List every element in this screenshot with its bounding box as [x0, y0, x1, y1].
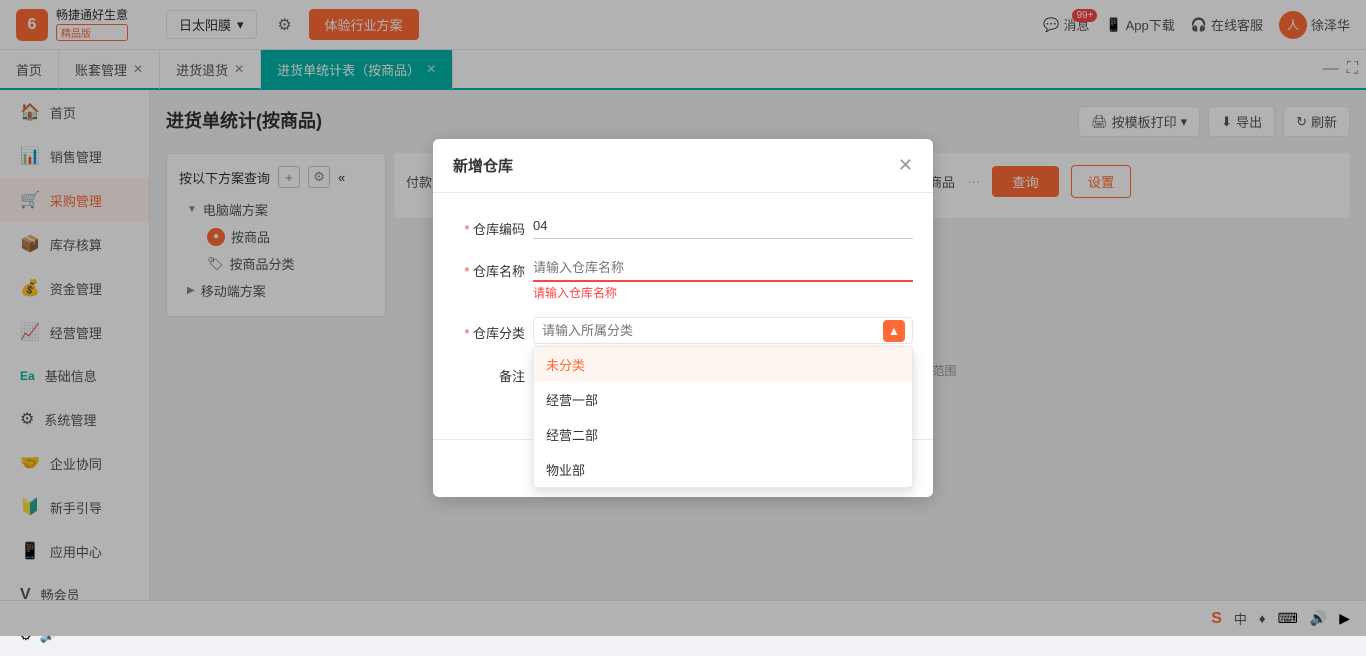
form-row-category: 仓库分类 ▲ 未分类 经营一部 经营二部 物业部: [453, 317, 913, 344]
code-input[interactable]: [533, 213, 913, 239]
dialog-body: 仓库编码 仓库名称 请输入仓库名称 仓库分类 ▲: [433, 193, 933, 439]
name-error-msg: 请输入仓库名称: [533, 284, 913, 301]
category-chevron-up-icon[interactable]: ▲: [883, 320, 905, 342]
dialog-title: 新增仓库: [453, 155, 513, 176]
category-select-wrapper: ▲: [533, 317, 913, 344]
category-control: ▲ 未分类 经营一部 经营二部 物业部: [533, 317, 913, 344]
category-select-input[interactable]: [533, 317, 913, 344]
dialog-close-button[interactable]: ✕: [898, 155, 913, 176]
dialog-add-warehouse: 新增仓库 ✕ 仓库编码 仓库名称 请输入仓库名称 仓库分类: [433, 139, 933, 497]
dropdown-item-dept2[interactable]: 经营二部: [534, 417, 912, 452]
name-input[interactable]: [533, 255, 913, 282]
code-label: 仓库编码: [453, 213, 533, 238]
note-label: 备注: [453, 360, 533, 385]
modal-overlay[interactable]: 新增仓库 ✕ 仓库编码 仓库名称 请输入仓库名称 仓库分类: [0, 0, 1366, 636]
dropdown-item-property[interactable]: 物业部: [534, 452, 912, 487]
name-control: 请输入仓库名称: [533, 255, 913, 301]
name-label: 仓库名称: [453, 255, 533, 280]
form-row-name: 仓库名称 请输入仓库名称: [453, 255, 913, 301]
dropdown-item-uncategorized[interactable]: 未分类: [534, 347, 912, 382]
form-row-code: 仓库编码: [453, 213, 913, 239]
category-label: 仓库分类: [453, 317, 533, 342]
category-dropdown-list: 未分类 经营一部 经营二部 物业部: [533, 346, 913, 488]
dropdown-item-dept1[interactable]: 经营一部: [534, 382, 912, 417]
code-control: [533, 213, 913, 239]
dialog-header: 新增仓库 ✕: [433, 139, 933, 193]
